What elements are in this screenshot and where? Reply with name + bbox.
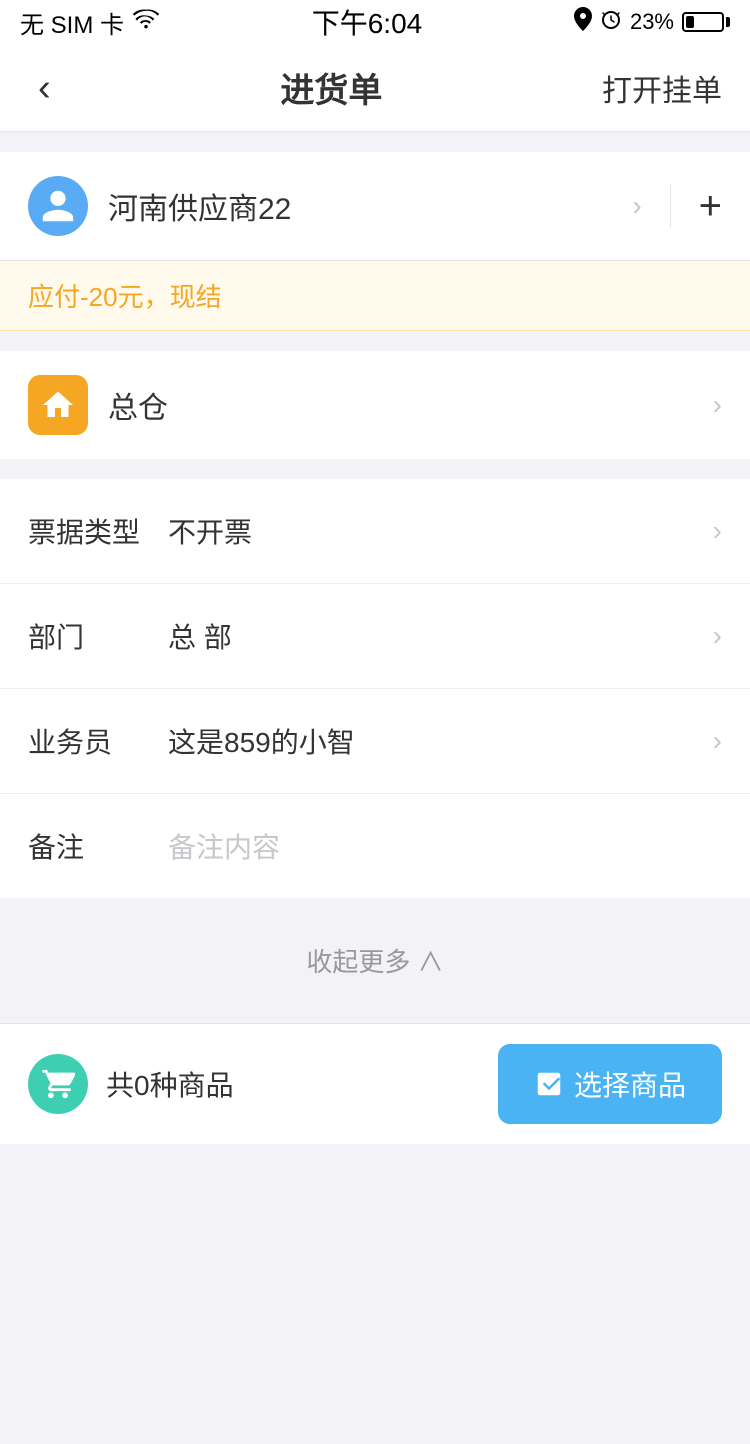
notice-text: 应付-20元，现结 [28,282,222,312]
battery-percentage: 23% [630,9,674,35]
section-gap-2 [0,331,750,351]
nav-bar: ‹ 进货单 打开挂单 [0,44,750,132]
person-icon [39,187,77,225]
salesperson-label: 业务员 [28,721,148,761]
remark-input[interactable]: 备注内容 [148,826,722,866]
department-row[interactable]: 部门 总 部 › [0,584,750,689]
warehouse-icon [28,375,88,435]
remark-label: 备注 [28,826,148,866]
product-count-icon [28,1054,88,1114]
department-label: 部门 [28,616,148,656]
back-button[interactable]: ‹ [28,59,61,117]
department-value: 总 部 [148,616,713,656]
notice-bar: 应付-20元，现结 [0,261,750,331]
bottom-bar: 共0种商品 选择商品 [0,1023,750,1144]
battery-icon [682,12,730,32]
supplier-row[interactable]: 河南供应商22 › + [0,152,750,261]
add-supplier-button[interactable]: + [699,186,722,226]
supplier-name: 河南供应商22 [108,184,632,228]
supplier-section: 河南供应商22 › + 应付-20元，现结 [0,152,750,331]
alarm-icon [600,8,622,36]
remark-row[interactable]: 备注 备注内容 [0,794,750,898]
status-time: 下午6:04 [312,2,423,42]
salesperson-chevron-icon: › [713,725,722,757]
collapse-label: 收起更多 ∧ [306,947,443,977]
warehouse-section: 总仓 › [0,351,750,459]
select-product-icon [534,1069,564,1099]
supplier-chevron-icon: › [632,190,641,222]
page-remainder [0,1144,750,1444]
ticket-type-row[interactable]: 票据类型 不开票 › [0,479,750,584]
salesperson-row[interactable]: 业务员 这是859的小智 › [0,689,750,794]
department-chevron-icon: › [713,620,722,652]
product-count-text: 共0种商品 [106,1064,498,1104]
location-icon [574,7,592,37]
supplier-avatar [28,176,88,236]
supplier-divider [670,184,671,228]
status-left: 无 SIM 卡 [20,5,160,40]
ticket-type-label: 票据类型 [28,511,148,551]
select-product-label: 选择商品 [574,1064,686,1104]
select-product-button[interactable]: 选择商品 [498,1044,722,1124]
ticket-type-chevron-icon: › [713,515,722,547]
warehouse-row[interactable]: 总仓 › [0,351,750,459]
status-right: 23% [574,7,730,37]
status-bar: 无 SIM 卡 下午6:04 23% [0,0,750,44]
open-pending-button[interactable]: 打开挂单 [602,66,722,110]
collapse-bar[interactable]: 收起更多 ∧ [0,918,750,1003]
wifi-icon [132,8,160,36]
cart-icon [41,1067,75,1101]
section-gap-1 [0,132,750,152]
carrier-text: 无 SIM 卡 [20,5,124,40]
ticket-type-value: 不开票 [148,511,713,551]
warehouse-name: 总仓 [108,383,713,427]
salesperson-value: 这是859的小智 [148,721,713,761]
form-section: 票据类型 不开票 › 部门 总 部 › 业务员 这是859的小智 › 备注 备注… [0,479,750,898]
home-icon [40,387,76,423]
page-title: 进货单 [280,63,382,112]
warehouse-chevron-icon: › [713,389,722,421]
